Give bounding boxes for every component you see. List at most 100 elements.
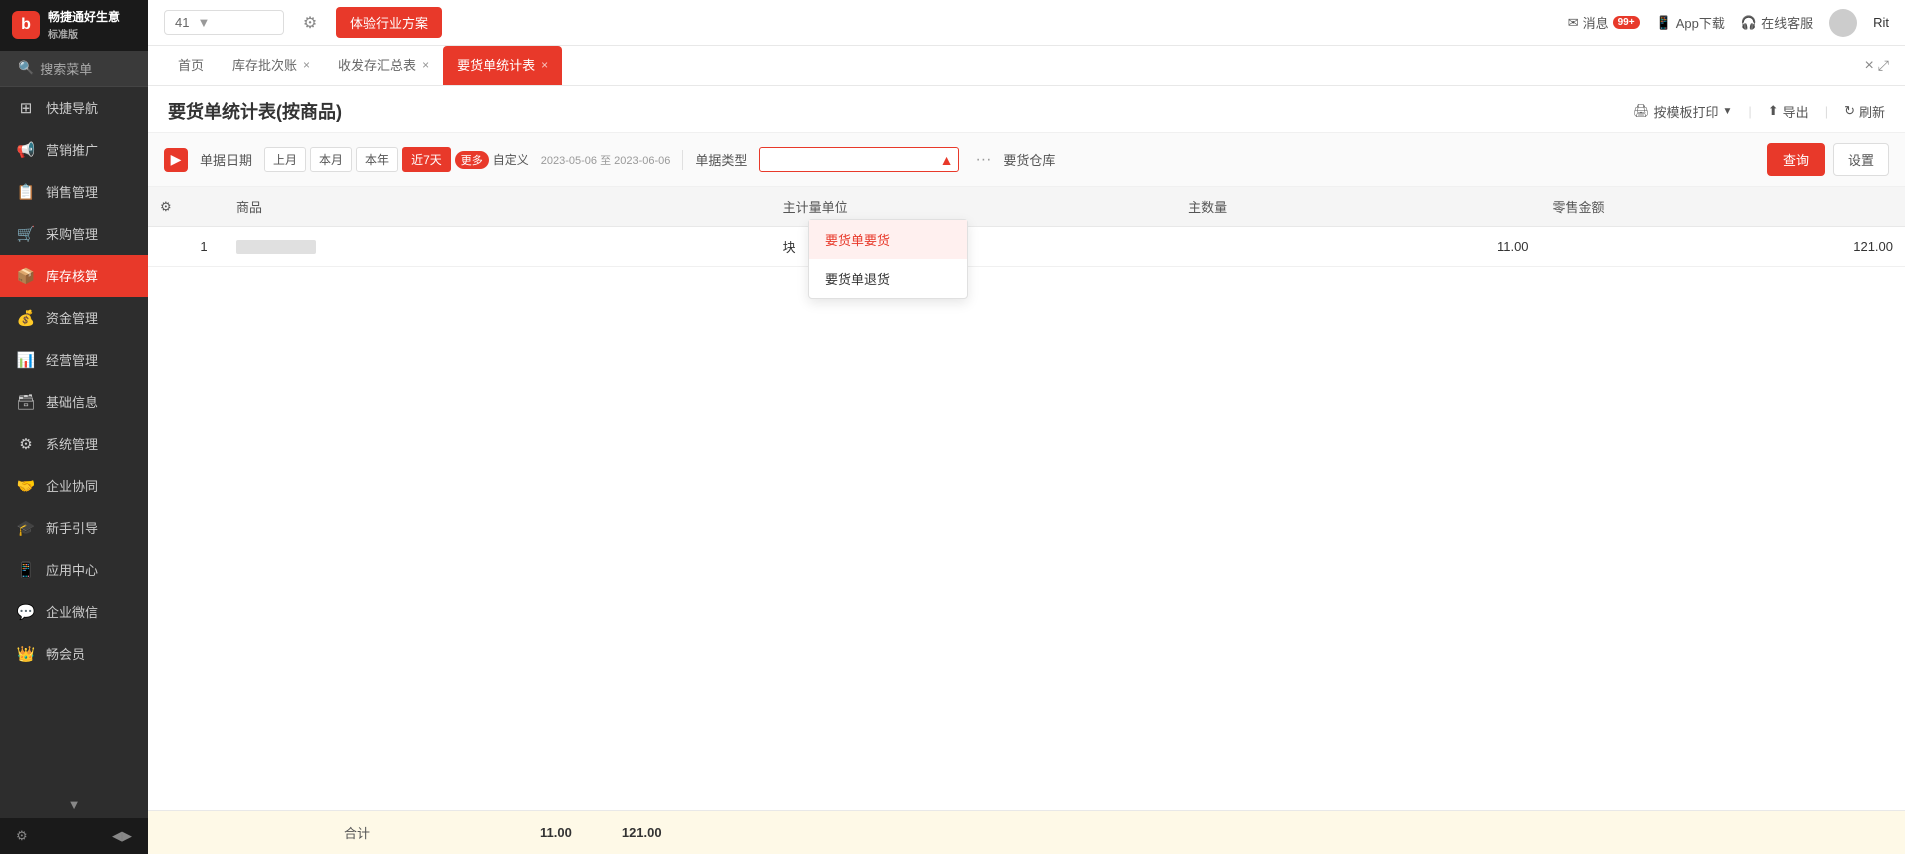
date-btn-this-year[interactable]: 本年 xyxy=(356,147,398,172)
settings-filter-btn[interactable]: 设置 xyxy=(1833,143,1889,176)
print-template-label: 按模板打印 xyxy=(1653,102,1718,121)
sidebar-item-basic[interactable]: 🗃 基础信息 xyxy=(0,381,148,423)
marketing-icon: 📢 xyxy=(16,140,36,160)
filter-expand-btn[interactable]: ▶ xyxy=(164,148,188,172)
row-no-cell: 1 xyxy=(184,227,224,267)
doc-type-input[interactable] xyxy=(759,147,959,172)
tab-batch-account[interactable]: 库存批次账 × xyxy=(218,46,324,85)
logo-icon: b xyxy=(12,11,40,39)
topbar: 41 ▼ ⚙ 体验行业方案 ✉ 消息 99+ 📱 App下载 🎧 在线客服 Ri… xyxy=(148,0,1905,46)
basic-icon: 🗃 xyxy=(16,392,36,412)
sidebar-item-marketing[interactable]: 📢 营销推广 xyxy=(0,129,148,171)
th-no xyxy=(184,187,224,227)
table-container: ⚙ 商品 主计量单位 主数量 零售金额 xyxy=(148,187,1905,810)
print-template-btn[interactable]: 🖨 按模板打印 ▼ xyxy=(1633,102,1732,121)
sidebar-item-quick-nav[interactable]: ⊞ 快捷导航 xyxy=(0,87,148,129)
date-btn-last-7-days[interactable]: 近7天 xyxy=(402,147,451,172)
sidebar-item-appstore[interactable]: 📱 应用中心 xyxy=(0,549,148,591)
refresh-btn[interactable]: ↻ 刷新 xyxy=(1844,102,1885,121)
sidebar-item-purchase[interactable]: 🛒 采购管理 xyxy=(0,213,148,255)
search-icon: 🔍 xyxy=(18,60,34,76)
row-settings-cell xyxy=(148,227,184,267)
sidebar-item-finance[interactable]: 💰 资金管理 xyxy=(0,297,148,339)
sidebar-item-member[interactable]: 👑 畅会员 xyxy=(0,633,148,675)
tab-collection-summary[interactable]: 收发存汇总表 × xyxy=(324,46,443,85)
more-dates-badge[interactable]: 更多 xyxy=(455,151,489,169)
dropdown-item-order-goods-label: 要货单要货 xyxy=(825,233,890,248)
message-icon: ✉ xyxy=(1568,15,1579,31)
app-icon: 📱 xyxy=(1656,15,1672,31)
tab-order-summary-close[interactable]: × xyxy=(541,58,548,72)
sidebar-item-label: 库存核算 xyxy=(46,266,98,285)
collapse-icon[interactable]: ◀▶ xyxy=(112,828,132,844)
export-btn[interactable]: ⬆ 导出 xyxy=(1768,102,1809,121)
messages-action[interactable]: ✉ 消息 99+ xyxy=(1568,13,1640,32)
guide-icon: 🎓 xyxy=(16,518,36,538)
appstore-icon: 📱 xyxy=(16,560,36,580)
topbar-settings-btn[interactable]: ⚙ xyxy=(296,9,324,37)
tab-collection-summary-label: 收发存汇总表 xyxy=(338,55,416,74)
finance-icon: 💰 xyxy=(16,308,36,328)
filter-more-btn[interactable]: ··· xyxy=(975,151,991,169)
tab-close-all[interactable]: × xyxy=(1864,57,1873,75)
product-placeholder xyxy=(236,240,316,254)
page-header: 要货单统计表(按商品) 🖨 按模板打印 ▼ | ⬆ 导出 | ↻ 刷新 xyxy=(148,86,1905,133)
page-actions: 🖨 按模板打印 ▼ | ⬆ 导出 | ↻ 刷新 xyxy=(1633,102,1885,121)
topbar-left: 41 ▼ ⚙ 体验行业方案 xyxy=(164,7,442,38)
trial-btn[interactable]: 体验行业方案 xyxy=(336,7,442,38)
search-menu[interactable]: 🔍 搜索菜单 xyxy=(0,51,148,87)
sidebar-item-label: 采购管理 xyxy=(46,224,98,243)
online-service-action[interactable]: 🎧 在线客服 xyxy=(1741,13,1813,32)
enterprise-icon: 🤝 xyxy=(16,476,36,496)
doc-type-arrow-icon[interactable]: ▲ xyxy=(940,152,954,168)
tab-batch-account-close[interactable]: × xyxy=(303,58,310,72)
sidebar-item-operations[interactable]: 📊 经营管理 xyxy=(0,339,148,381)
date-btn-this-month[interactable]: 本月 xyxy=(310,147,352,172)
th-amount: 零售金额 xyxy=(1541,187,1905,227)
sidebar-scroll-down[interactable]: ▼ xyxy=(0,791,148,818)
filter-bar: ▶ 单据日期 上月 本月 本年 近7天 更多 自定义 2023-05-06 至 … xyxy=(148,133,1905,187)
dropdown-item-order-return[interactable]: 要货单退货 xyxy=(809,259,967,298)
sidebar-item-label: 企业微信 xyxy=(46,602,98,621)
tab-collection-summary-close[interactable]: × xyxy=(422,58,429,72)
app-download-action[interactable]: 📱 App下载 xyxy=(1656,13,1725,32)
sidebar-nav: ⊞ 快捷导航 📢 营销推广 📋 销售管理 🛒 采购管理 📦 库存核算 💰 资金管… xyxy=(0,87,148,791)
date-btn-last-month[interactable]: 上月 xyxy=(264,147,306,172)
sidebar-item-label: 营销推广 xyxy=(46,140,98,159)
dropdown-item-order-goods[interactable]: 要货单要货 xyxy=(809,220,967,259)
sidebar-item-label: 销售管理 xyxy=(46,182,98,201)
query-btn[interactable]: 查询 xyxy=(1767,143,1825,176)
doc-type-dropdown: 要货单要货 要货单退货 xyxy=(808,219,968,299)
page-content: 要货单统计表(按商品) 🖨 按模板打印 ▼ | ⬆ 导出 | ↻ 刷新 xyxy=(148,86,1905,854)
table-body: 1 块 11.00 121.00 xyxy=(148,227,1905,267)
app-name: 畅捷通好生意 xyxy=(48,10,120,26)
data-table: ⚙ 商品 主计量单位 主数量 零售金额 xyxy=(148,187,1905,267)
footer-qty: 11.00 xyxy=(540,825,572,840)
settings-icon[interactable]: ⚙ xyxy=(16,828,28,844)
tab-expand[interactable]: ⤢ xyxy=(1878,57,1889,74)
company-value: 41 xyxy=(175,15,189,30)
sidebar-item-guide[interactable]: 🎓 新手引导 xyxy=(0,507,148,549)
selector-arrow-icon: ▼ xyxy=(197,15,210,30)
app-version: 标准版 xyxy=(48,26,120,41)
tab-order-summary[interactable]: 要货单统计表 × xyxy=(443,46,562,85)
sidebar-item-inventory[interactable]: 📦 库存核算 xyxy=(0,255,148,297)
member-icon: 👑 xyxy=(16,644,36,664)
th-settings[interactable]: ⚙ xyxy=(148,187,184,227)
sidebar-item-sales[interactable]: 📋 销售管理 xyxy=(0,171,148,213)
sidebar-item-wechat[interactable]: 💬 企业微信 xyxy=(0,591,148,633)
inventory-icon: 📦 xyxy=(16,266,36,286)
user-avatar[interactable] xyxy=(1829,9,1857,37)
sidebar-item-enterprise[interactable]: 🤝 企业协同 xyxy=(0,465,148,507)
row-product-cell xyxy=(224,227,771,267)
sales-icon: 📋 xyxy=(16,182,36,202)
date-buttons: 上月 本月 本年 近7天 更多 自定义 xyxy=(264,147,529,172)
sidebar-item-system[interactable]: ⚙ 系统管理 xyxy=(0,423,148,465)
company-selector[interactable]: 41 ▼ xyxy=(164,10,284,35)
custom-date[interactable]: 自定义 xyxy=(493,151,529,168)
messages-badge: 99+ xyxy=(1613,16,1640,29)
export-icon: ⬆ xyxy=(1768,103,1779,119)
tab-home[interactable]: 首页 xyxy=(164,46,218,85)
online-service-label: 在线客服 xyxy=(1761,13,1813,32)
sidebar-item-label: 畅会员 xyxy=(46,644,85,663)
